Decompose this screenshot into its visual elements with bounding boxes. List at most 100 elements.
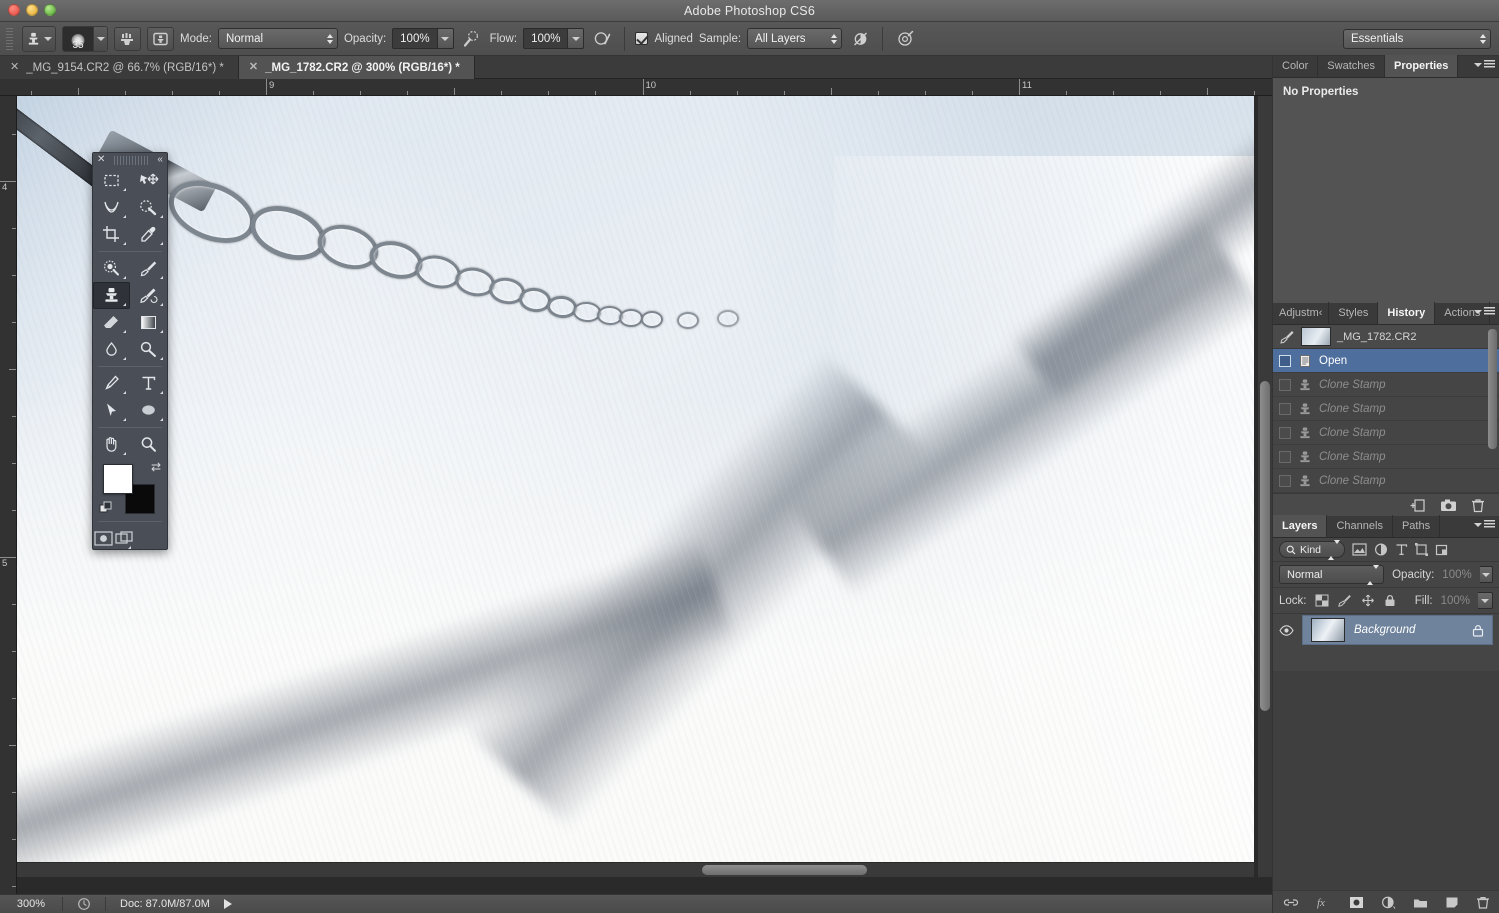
tab-layers[interactable]: Layers [1273, 515, 1328, 537]
tool-blur[interactable] [93, 336, 130, 363]
tool-quick-selection[interactable] [130, 194, 167, 221]
foreground-color-swatch[interactable] [103, 464, 133, 494]
horizontal-ruler[interactable]: 9 10 11 [0, 79, 1272, 96]
eye-icon[interactable] [1279, 624, 1294, 637]
close-window-button[interactable] [8, 4, 20, 16]
tool-hand[interactable] [93, 431, 130, 458]
new-document-from-state-icon[interactable] [1410, 498, 1426, 513]
layer-selected-wrapper[interactable]: Background [1302, 615, 1493, 645]
tools-panel[interactable]: ✕ « ⇄ [92, 152, 168, 550]
tool-dodge[interactable] [130, 336, 167, 363]
layer-row-background[interactable]: Background [1273, 614, 1499, 646]
close-tab-icon[interactable]: ✕ [10, 62, 19, 73]
history-state-clone-4[interactable]: Clone Stamp [1273, 445, 1499, 469]
history-state-open[interactable]: Open [1273, 349, 1499, 373]
new-layer-icon[interactable] [1445, 896, 1459, 909]
play-arrow-icon[interactable] [223, 899, 232, 909]
document-tab-0[interactable]: ✕ _MG_9154.CR2 @ 66.7% (RGB/16*) * [0, 56, 239, 79]
aligned-checkbox[interactable] [635, 32, 649, 45]
tab-properties[interactable]: Properties [1385, 55, 1459, 77]
tools-panel-header[interactable]: ✕ « [93, 153, 167, 167]
tab-swatches[interactable]: Swatches [1318, 55, 1385, 77]
history-state-clone-3[interactable]: Clone Stamp [1273, 421, 1499, 445]
new-snapshot-icon[interactable] [1440, 498, 1457, 513]
tool-rectangular-marquee[interactable] [93, 167, 130, 194]
swap-colors-icon[interactable]: ⇄ [151, 460, 161, 474]
history-state-clone-2[interactable]: Clone Stamp [1273, 397, 1499, 421]
lock-all-icon[interactable] [1384, 594, 1396, 607]
layer-style-fx-icon[interactable]: fx [1316, 896, 1332, 909]
tab-history[interactable]: History [1378, 302, 1436, 324]
close-tab-icon[interactable]: ✕ [249, 62, 258, 73]
layer-blend-mode-select[interactable]: Normal [1279, 564, 1385, 585]
lock-position-icon[interactable] [1361, 594, 1375, 607]
toggle-brush-panel-button[interactable] [114, 26, 141, 51]
default-colors-icon[interactable] [99, 501, 114, 516]
history-snapshot-toggle[interactable] [1279, 450, 1291, 463]
history-snapshot-toggle[interactable] [1279, 474, 1291, 487]
history-scrollbar[interactable] [1488, 325, 1497, 493]
tab-color[interactable]: Color [1273, 55, 1319, 77]
opacity-slider-chevron-down-icon[interactable] [437, 28, 454, 49]
lock-icon[interactable] [1472, 624, 1484, 637]
horizontal-scrollbar[interactable] [17, 862, 1254, 877]
vertical-scrollbar[interactable] [1257, 96, 1272, 877]
tab-adjustments[interactable]: Adjustm‹ [1273, 302, 1330, 324]
blend-mode-select[interactable]: Normal [217, 28, 338, 49]
history-panel-menu-button[interactable] [1474, 307, 1495, 316]
tool-spot-healing-brush[interactable] [93, 255, 130, 282]
zoom-window-button[interactable] [44, 4, 56, 16]
tool-type[interactable] [130, 370, 167, 397]
flow-slider-chevron-down-icon[interactable] [568, 28, 585, 49]
lock-image-pixels-icon[interactable] [1337, 594, 1352, 607]
delete-layer-icon[interactable] [1476, 896, 1490, 909]
filter-pixel-icon[interactable] [1352, 543, 1367, 556]
properties-panel-menu-button[interactable] [1474, 60, 1495, 69]
tool-eyedropper[interactable] [130, 221, 167, 248]
tab-paths[interactable]: Paths [1393, 515, 1441, 537]
layer-filter-kind-select[interactable]: Kind [1279, 539, 1346, 560]
brush-picker-chevron-down-icon[interactable] [93, 26, 107, 51]
filter-type-icon[interactable] [1395, 543, 1408, 556]
tool-eraser[interactable] [93, 309, 130, 336]
layers-panel-menu-button[interactable] [1474, 520, 1495, 529]
active-tool-preset[interactable] [22, 25, 56, 52]
pressure-size-toggle-button[interactable] [893, 27, 917, 51]
airbrush-toggle-button[interactable] [460, 27, 484, 51]
layer-name[interactable]: Background [1354, 624, 1415, 636]
toggle-clone-source-panel-button[interactable] [147, 26, 174, 51]
history-snapshot-row[interactable]: _MG_1782.CR2 [1273, 325, 1499, 349]
tool-clone-stamp[interactable] [93, 282, 130, 309]
document-tab-1[interactable]: ✕ _MG_1782.CR2 @ 300% (RGB/16*) * [238, 56, 475, 79]
history-snapshot-toggle[interactable] [1279, 378, 1291, 391]
tab-channels[interactable]: Channels [1327, 515, 1393, 537]
window-controls[interactable] [8, 4, 56, 16]
quick-mask-button[interactable] [93, 525, 114, 552]
fill-chevron-down-icon[interactable] [1478, 592, 1493, 609]
link-layers-icon[interactable] [1283, 896, 1299, 909]
tool-gradient[interactable] [130, 309, 167, 336]
sample-select[interactable]: All Layers [747, 28, 843, 49]
tool-move[interactable] [130, 167, 167, 194]
collapse-panel-icon[interactable]: « [157, 155, 163, 165]
layer-mask-icon[interactable] [1349, 896, 1364, 909]
history-snapshot-toggle[interactable] [1279, 402, 1291, 415]
tool-history-brush[interactable] [130, 282, 167, 309]
minimize-window-button[interactable] [26, 4, 38, 16]
tool-brush[interactable] [130, 255, 167, 282]
tool-ellipse-shape[interactable] [130, 397, 167, 424]
adjustment-layer-icon[interactable] [1381, 896, 1396, 909]
history-state-clone-5[interactable]: Clone Stamp [1273, 469, 1499, 493]
tool-crop[interactable] [93, 221, 130, 248]
tool-zoom[interactable] [130, 431, 167, 458]
history-snapshot-toggle[interactable] [1279, 354, 1291, 367]
tool-preset-chevron-down-icon[interactable] [44, 36, 52, 41]
new-group-icon[interactable] [1413, 896, 1428, 909]
vertical-ruler[interactable]: 45 [0, 96, 17, 894]
tab-styles[interactable]: Styles [1329, 302, 1379, 324]
history-snapshot-toggle[interactable] [1279, 426, 1291, 439]
layer-opacity-chevron-down-icon[interactable] [1479, 566, 1493, 583]
tool-lasso[interactable] [93, 194, 130, 221]
zoom-level-input[interactable]: 300% [0, 898, 62, 910]
history-state-clone-1[interactable]: Clone Stamp [1273, 373, 1499, 397]
